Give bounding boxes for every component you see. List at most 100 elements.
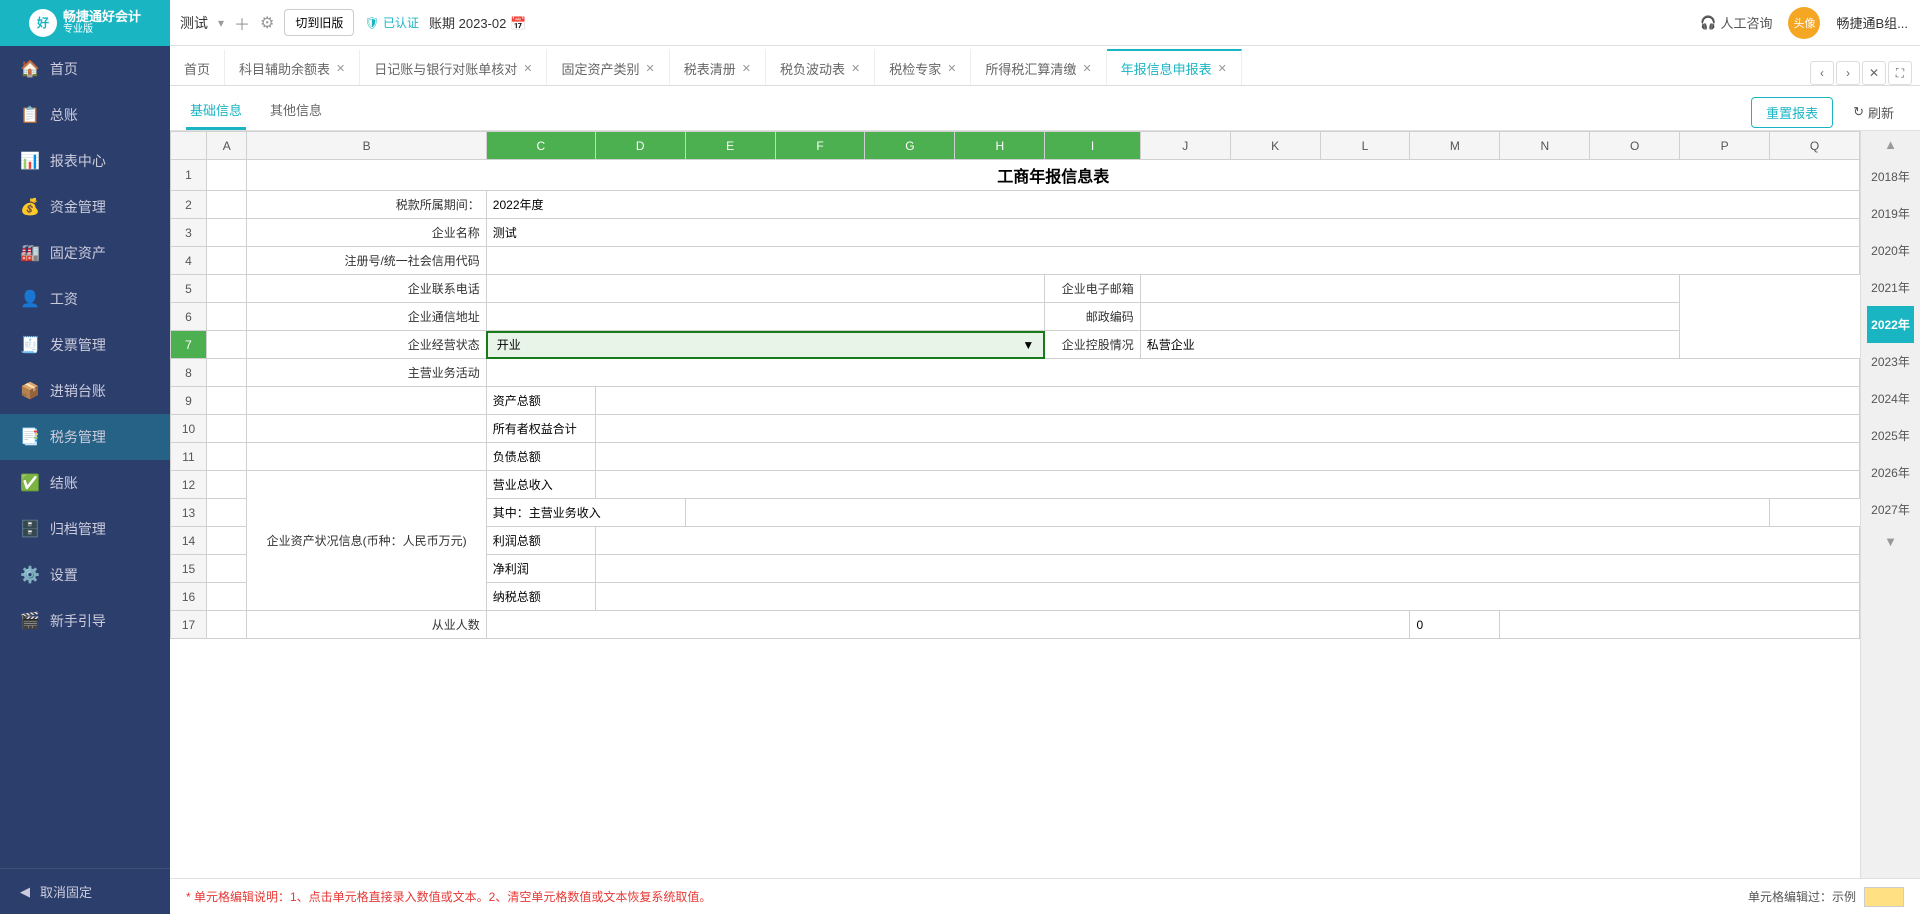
tab-annual_report[interactable]: 年报信息申报表✕ — [1107, 49, 1242, 85]
cell-15-c[interactable]: 净利润 — [486, 555, 595, 583]
sidebar-item-report[interactable]: 📊报表中心 — [0, 138, 170, 184]
dropdown-arrow-icon[interactable]: ▼ — [1022, 338, 1034, 352]
cell-1-a[interactable] — [207, 160, 247, 191]
sidebar-item-closing[interactable]: ✅结账 — [0, 460, 170, 506]
cell-4-a[interactable] — [207, 247, 247, 275]
tab-income_tax[interactable]: 所得税汇算清缴✕ — [971, 49, 1106, 85]
year-item-2026[interactable]: 2026年 — [1867, 454, 1914, 491]
cell-15-d[interactable] — [595, 555, 1859, 583]
cell-7-j[interactable]: 企业控股情况 — [1045, 331, 1141, 359]
cell-11-a[interactable] — [207, 443, 247, 471]
sidebar-item-invoice[interactable]: 🧾发票管理 — [0, 322, 170, 368]
cell-5-a[interactable] — [207, 275, 247, 303]
cell-9-a[interactable] — [207, 387, 247, 415]
add-icon[interactable]: ＋ — [234, 11, 250, 35]
cell-7-k[interactable]: 私营企业 — [1140, 331, 1679, 359]
sidebar-item-guide[interactable]: 🎬新手引导 — [0, 598, 170, 644]
cell-6-j[interactable]: 邮政编码 — [1045, 303, 1141, 331]
year-item-2023[interactable]: 2023年 — [1867, 343, 1914, 380]
tab-tax_table[interactable]: 税表清册✕ — [670, 49, 766, 85]
tab-home[interactable]: 首页 — [170, 49, 225, 85]
cell-7-c[interactable]: 开业▼ — [486, 331, 1044, 359]
year-item-2025[interactable]: 2025年 — [1867, 417, 1914, 454]
year-item-2022[interactable]: 2022年 — [1867, 306, 1914, 343]
tab-close-fixed_asset_type[interactable]: ✕ — [646, 62, 655, 75]
cell-16-a[interactable] — [207, 583, 247, 611]
tab-close-income_tax[interactable]: ✕ — [1082, 62, 1091, 75]
cell-2-b[interactable]: 税款所属期间： — [247, 191, 486, 219]
dropdown-arrow-icon[interactable]: ▾ — [218, 16, 224, 30]
cell-9-c[interactable]: 资产总额 — [486, 387, 595, 415]
cell-3-a[interactable] — [207, 219, 247, 247]
sidebar-item-settings[interactable]: ⚙️设置 — [0, 552, 170, 598]
reset-report-button[interactable]: 重置报表 — [1751, 97, 1833, 128]
sidebar-item-ledger[interactable]: 📋总账 — [0, 92, 170, 138]
year-item-2027[interactable]: 2027年 — [1867, 491, 1914, 528]
sidebar-item-inout[interactable]: 📦进销台账 — [0, 368, 170, 414]
cell-2-c[interactable]: 2022年度 — [486, 191, 1859, 219]
tab-fixed_asset_type[interactable]: 固定资产类别✕ — [547, 49, 669, 85]
tab-close-tax_table[interactable]: ✕ — [742, 62, 751, 75]
tab-aux_balance[interactable]: 科目辅助余额表✕ — [225, 49, 360, 85]
cell-6-a[interactable] — [207, 303, 247, 331]
sidebar-item-tax[interactable]: 📑税务管理 — [0, 414, 170, 460]
sidebar-item-asset[interactable]: 🏭固定资产 — [0, 230, 170, 276]
tab-close-aux_balance[interactable]: ✕ — [336, 62, 345, 75]
cell-15-a[interactable] — [207, 555, 247, 583]
cell-12-a[interactable] — [207, 471, 247, 499]
cell-16-d[interactable] — [595, 583, 1859, 611]
spreadsheet-container[interactable]: ABCDEFGHIJKLMNOPQ 1工商年报信息表2税款所属期间：2022年度… — [170, 131, 1860, 878]
year-item-2021[interactable]: 2021年 — [1867, 269, 1914, 306]
tab-tax_fluctuation[interactable]: 税负波动表✕ — [766, 49, 875, 85]
tab-prev-button[interactable]: ‹ — [1810, 61, 1834, 85]
cell-7-a[interactable] — [207, 331, 247, 359]
cell-11-b[interactable] — [247, 443, 486, 471]
cell-8-b[interactable]: 主营业务活动 — [247, 359, 486, 387]
cell-14-d[interactable] — [595, 527, 1859, 555]
cell-5-j[interactable]: 企业电子邮箱 — [1045, 275, 1141, 303]
sidebar-item-home[interactable]: 🏠首页 — [0, 46, 170, 92]
cell-6-c[interactable] — [486, 303, 1044, 331]
tab-expand-button[interactable]: ⛶ — [1888, 61, 1912, 85]
tab-tax_expert[interactable]: 税检专家✕ — [875, 49, 971, 85]
year-item-2018[interactable]: 2018年 — [1867, 158, 1914, 195]
year-item-2020[interactable]: 2020年 — [1867, 232, 1914, 269]
refresh-button[interactable]: ↻ 刷新 — [1843, 98, 1904, 127]
cell-7-b[interactable]: 企业经营状态 — [247, 331, 486, 359]
cell-13-c[interactable]: 其中：主营业务收入 — [486, 499, 685, 527]
cell-4-b[interactable]: 注册号/统一社会信用代码 — [247, 247, 486, 275]
cell-3-b[interactable]: 企业名称 — [247, 219, 486, 247]
cell-14-a[interactable] — [207, 527, 247, 555]
cell-10-b[interactable] — [247, 415, 486, 443]
cell-6-k[interactable] — [1140, 303, 1679, 331]
cell-13-a[interactable] — [207, 499, 247, 527]
tab-close-tax_expert[interactable]: ✕ — [947, 62, 956, 75]
cell-5-b[interactable]: 企业联系电话 — [247, 275, 486, 303]
settings-icon[interactable]: ⚙ — [260, 13, 274, 33]
cell-12-d[interactable] — [595, 471, 1859, 499]
year-item-2019[interactable]: 2019年 — [1867, 195, 1914, 232]
cell-11-d[interactable] — [595, 443, 1859, 471]
cell-17-a[interactable] — [207, 611, 247, 639]
cell-3-c[interactable]: 测试 — [486, 219, 1859, 247]
tab-close-journal_bank[interactable]: ✕ — [523, 62, 532, 75]
cell-5-c[interactable] — [486, 275, 1044, 303]
sub-tab-basic[interactable]: 基础信息 — [186, 94, 246, 130]
sub-tab-other[interactable]: 其他信息 — [266, 94, 326, 130]
sidebar-item-collapse[interactable]: ◀ 取消固定 — [0, 869, 170, 914]
sidebar-item-archive[interactable]: 🗄️归档管理 — [0, 506, 170, 552]
cell-8-c[interactable] — [486, 359, 1859, 387]
cell-4-c[interactable] — [486, 247, 1859, 275]
cell-10-d[interactable] — [595, 415, 1859, 443]
tab-close-annual_report[interactable]: ✕ — [1218, 62, 1227, 75]
cell-17-n[interactable]: 0 — [1410, 611, 1500, 639]
cell-14-c[interactable]: 利润总额 — [486, 527, 595, 555]
tab-journal_bank[interactable]: 日记账与银行对账单核对✕ — [360, 49, 547, 85]
service-button[interactable]: 🎧 人工咨询 — [1700, 13, 1772, 32]
cell-6-b[interactable]: 企业通信地址 — [247, 303, 486, 331]
tab-close-tax_fluctuation[interactable]: ✕ — [851, 62, 860, 75]
tab-close-button[interactable]: ✕ — [1862, 61, 1886, 85]
cell-17-o[interactable] — [1500, 611, 1860, 639]
cell-9-b[interactable] — [247, 387, 486, 415]
cell-5-k[interactable] — [1140, 275, 1679, 303]
